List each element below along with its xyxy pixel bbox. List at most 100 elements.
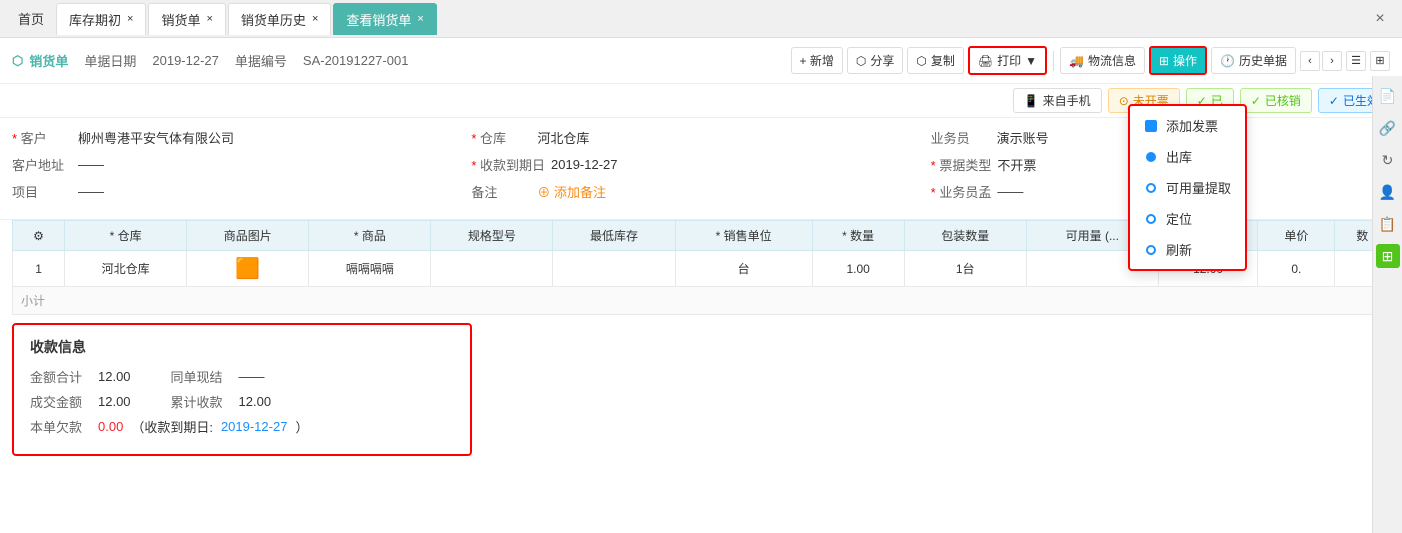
cumulative-label: 累计收款 [171, 392, 231, 411]
cell-pack-qty: 1台 [904, 251, 1026, 287]
logistics-button[interactable]: 🚚 物流信息 [1060, 47, 1145, 74]
staff-value: 演示账号 [997, 128, 1049, 147]
warehouse-field: 仓库 河北仓库 [471, 128, 930, 147]
operations-icon: ⊞ [1159, 54, 1169, 68]
tab-sales-history-close[interactable]: × [312, 13, 318, 25]
form-title: ⬡ 销货单 [12, 51, 68, 70]
payment-row-3: 本单欠款 0.00 （收款到期日: 2019-12-27 ） [30, 417, 454, 436]
refresh-label: 刷新 [1166, 240, 1192, 259]
note-field: 备注 ⊕ 添加备注 [471, 182, 930, 201]
salesperson-label: 业务员孟 [931, 182, 992, 201]
outbound-icon [1144, 150, 1158, 164]
due-value: 0.00 [98, 419, 123, 434]
history-label: 历史单据 [1239, 52, 1287, 69]
dropdown-item-available[interactable]: 可用量提取 [1130, 172, 1245, 203]
copy-button[interactable]: ⬡ 复制 [907, 47, 964, 74]
payment-date-field: 收款到期日 2019-12-27 [471, 155, 930, 174]
share-button[interactable]: ⬡ 分享 [847, 47, 904, 74]
deal-amount-item: 成交金额 12.00 [30, 392, 131, 411]
salesperson-value: —— [997, 184, 1023, 199]
add-note-text: 添加备注 [554, 185, 606, 200]
operations-button[interactable]: ⊞ 操作 [1149, 46, 1207, 75]
customer-label: 客户 [12, 128, 72, 147]
col-image: 商品图片 [187, 221, 309, 251]
dropdown-item-invoice[interactable]: 添加发票 [1130, 110, 1245, 141]
refresh-icon [1144, 243, 1158, 257]
right-icon-user[interactable]: 👤 [1376, 180, 1400, 204]
payment-date-value: 2019-12-27 [551, 157, 618, 172]
voided-label: 已核销 [1265, 92, 1301, 109]
right-icon-expand[interactable]: ⊞ [1376, 244, 1400, 268]
due-note: （收款到期日: [131, 417, 213, 436]
cell-product: 嗝嗝嗝嗝 [309, 251, 431, 287]
available-label: 可用量提取 [1166, 178, 1231, 197]
voided-button[interactable]: ✓ 已核销 [1240, 88, 1312, 113]
add-note-button[interactable]: ⊕ 添加备注 [537, 182, 606, 201]
dropdown-item-locate[interactable]: 定位 [1130, 203, 1245, 234]
tab-inventory-label: 库存期初 [69, 10, 121, 29]
col-min-stock: 最低库存 [553, 221, 675, 251]
same-order-label: 同单现结 [171, 367, 231, 386]
copy-icon: ⬡ [916, 54, 926, 68]
right-icon-clipboard[interactable]: 📋 [1376, 212, 1400, 236]
same-order-value: —— [239, 369, 265, 384]
voided-icon: ✓ [1251, 94, 1261, 108]
prev-arrow[interactable]: ‹ [1300, 51, 1320, 71]
list-view-icon[interactable]: ☰ [1346, 51, 1366, 71]
print-button[interactable]: 🖨 打印 ▼ [968, 46, 1047, 75]
right-icon-link[interactable]: 🔗 [1376, 116, 1400, 140]
tab-sales-history[interactable]: 销货单历史 × [228, 3, 331, 35]
tab-sales[interactable]: 销货单 × [148, 3, 225, 35]
cumulative-item: 累计收款 12.00 [171, 392, 272, 411]
cumulative-value: 12.00 [239, 394, 272, 409]
warehouse-label: 仓库 [471, 128, 531, 147]
ticket-value: 不开票 [997, 155, 1036, 174]
not-open-icon: ⊙ [1119, 94, 1129, 108]
copy-label: 复制 [931, 52, 955, 69]
right-icon-doc[interactable]: 📄 [1376, 84, 1400, 108]
form-header: ⬡ 销货单 单据日期 2019-12-27 单据编号 SA-20191227-0… [0, 38, 1402, 84]
history-button[interactable]: 🕐 历史单据 [1211, 47, 1296, 74]
from-phone-label: 来自手机 [1043, 92, 1091, 109]
from-phone-button[interactable]: 📱 来自手机 [1013, 88, 1102, 113]
effective-icon: ✓ [1329, 94, 1339, 108]
project-field: 项目 —— [12, 182, 471, 201]
tab-sales-close[interactable]: × [206, 13, 212, 25]
dropdown-item-refresh[interactable]: 刷新 [1130, 234, 1245, 265]
tab-view-sales-close[interactable]: × [417, 13, 423, 25]
next-arrow[interactable]: › [1322, 51, 1342, 71]
project-value: —— [78, 184, 104, 199]
tab-inventory-close[interactable]: × [127, 13, 133, 25]
subtotal-label: 小计 [13, 287, 1390, 315]
col-warehouse: * 仓库 [65, 221, 187, 251]
add-note-icon: ⊕ [537, 185, 550, 200]
add-button[interactable]: + 新增 [791, 47, 843, 74]
tab-home[interactable]: 首页 [8, 3, 54, 34]
col-gear[interactable]: ⚙ [13, 221, 65, 251]
customer-field: 客户 柳州粤港平安气体有限公司 [12, 128, 471, 147]
customer-value: 柳州粤港平安气体有限公司 [78, 128, 234, 147]
tab-sales-label: 销货单 [161, 10, 200, 29]
payment-row-1: 金额合计 12.00 同单现结 —— [30, 367, 454, 386]
tab-inventory[interactable]: 库存期初 × [56, 3, 146, 35]
col-pack-qty: 包装数量 [904, 221, 1026, 251]
window-close-button[interactable]: × [1366, 5, 1394, 33]
available-icon [1144, 181, 1158, 195]
ticket-label: 票据类型 [931, 155, 992, 174]
payment-row-2: 成交金额 12.00 累计收款 12.00 [30, 392, 454, 411]
cell-warehouse: 河北仓库 [65, 251, 187, 287]
amount-value: 12.00 [98, 369, 131, 384]
right-icon-rotate[interactable]: ↻ [1376, 148, 1400, 172]
grid-view-icon[interactable]: ⊞ [1370, 51, 1390, 71]
dropdown-item-outbound[interactable]: 出库 [1130, 141, 1245, 172]
toolbar-divider [1053, 51, 1054, 71]
number-value: SA-20191227-001 [303, 53, 409, 68]
tab-view-sales[interactable]: 查看销货单 × [333, 3, 436, 35]
col-spec: 规格型号 [431, 221, 553, 251]
project-label: 项目 [12, 182, 72, 201]
operations-label: 操作 [1173, 52, 1197, 69]
print-dropdown-arrow: ▼ [1025, 54, 1037, 68]
address-value: —— [78, 157, 104, 172]
invoice-icon [1144, 119, 1158, 133]
amount-label: 金额合计 [30, 367, 90, 386]
